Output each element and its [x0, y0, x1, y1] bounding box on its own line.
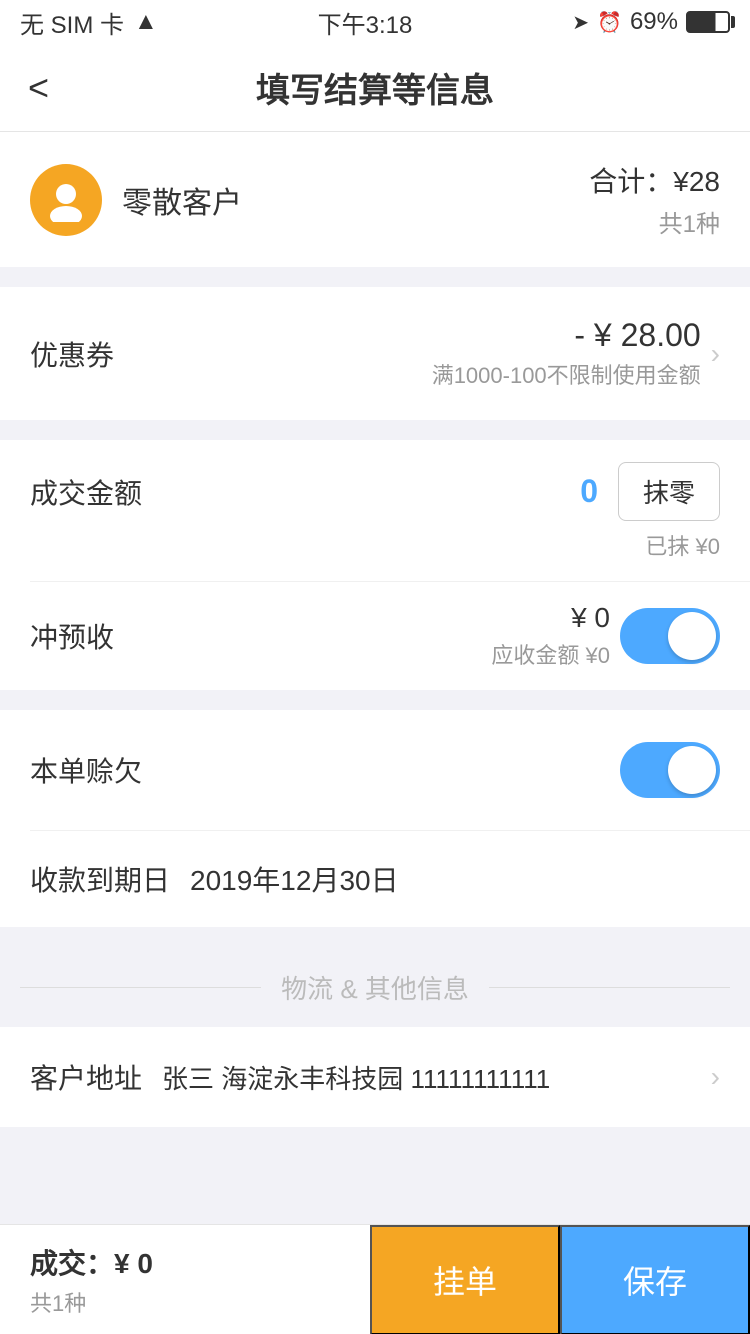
status-time: 下午3:18	[318, 5, 413, 40]
customer-left: 零散客户	[30, 164, 242, 236]
logistics-title: 物流 & 其他信息	[281, 969, 469, 1006]
chevron-right-icon: ›	[711, 338, 720, 370]
round-button[interactable]: 抹零	[618, 462, 720, 521]
precollect-amount: ¥ 0	[491, 602, 610, 634]
transaction-right: 0 抹零	[580, 462, 720, 521]
transaction-label: 成交金额	[30, 472, 142, 512]
customer-row: 零散客户 合计：¥28 共1种	[0, 132, 750, 267]
alarm-icon: ⏰	[597, 10, 622, 35]
precollect-sub: 应收金额 ¥0	[491, 638, 610, 670]
precollect-row: 冲预收 ¥ 0 应收金额 ¥0	[0, 582, 750, 690]
address-row[interactable]: 客户地址 张三 海淀永丰科技园 11111111111 ›	[0, 1027, 750, 1127]
logistics-line-left	[20, 987, 261, 988]
avatar	[30, 164, 102, 236]
due-date-label: 收款到期日	[30, 859, 170, 899]
person-icon	[44, 178, 88, 222]
back-button[interactable]: <	[28, 67, 49, 109]
battery-text: 69%	[630, 8, 678, 36]
location-icon: ➤	[572, 10, 589, 35]
address-label: 客户地址	[30, 1057, 142, 1097]
pending-button[interactable]: 挂单	[370, 1225, 560, 1334]
precollect-toggle[interactable]	[620, 608, 720, 664]
coupon-desc: 满1000-100不限制使用金额	[432, 358, 701, 390]
coupon-row[interactable]: 优惠券 - ¥ 28.00 满1000-100不限制使用金额 ›	[0, 287, 750, 420]
bottom-transaction: 成交：¥ 0	[30, 1242, 340, 1282]
bottom-count: 共1种	[30, 1286, 340, 1318]
transaction-section: 成交金额 0 抹零 已抹 ¥0 冲预收 ¥ 0 应收金额 ¥0	[0, 440, 750, 690]
toggle-knob	[668, 612, 716, 660]
due-date-value: 2019年12月30日	[190, 859, 399, 899]
nav-bar: < 填写结算等信息	[0, 44, 750, 132]
bottom-transaction-label: 成交：	[30, 1248, 114, 1279]
customer-totals: 合计：¥28 共1种	[589, 160, 720, 239]
save-button[interactable]: 保存	[560, 1225, 750, 1334]
status-bar: 无 SIM 卡 ▲ 下午3:18 ➤ ⏰ 69%	[0, 0, 750, 44]
carrier-text: 无 SIM 卡	[20, 5, 124, 40]
transaction-amount-row: 成交金额 0 抹零	[0, 440, 750, 529]
debt-toggle[interactable]	[620, 742, 720, 798]
customer-section: 零散客户 合计：¥28 共1种	[0, 132, 750, 267]
debt-row: 本单赊欠	[0, 710, 750, 830]
bottom-info: 成交：¥ 0 共1种	[0, 1242, 370, 1318]
page-title: 填写结算等信息	[256, 63, 494, 112]
due-date-row: 收款到期日 2019年12月30日	[0, 831, 750, 927]
already-rounded-text: 已抹 ¥0	[0, 529, 750, 581]
coupon-right: - ¥ 28.00 满1000-100不限制使用金额 ›	[432, 317, 720, 390]
address-value: 张三 海淀永丰科技园 11111111111	[162, 1059, 691, 1096]
wifi-icon: ▲	[134, 8, 158, 36]
debt-toggle-knob	[668, 746, 716, 794]
coupon-section[interactable]: 优惠券 - ¥ 28.00 满1000-100不限制使用金额 ›	[0, 287, 750, 420]
address-chevron-icon: ›	[711, 1061, 720, 1093]
status-left: 无 SIM 卡 ▲	[20, 5, 158, 40]
coupon-label: 优惠券	[30, 334, 114, 374]
total-amount: 合计：¥28	[589, 160, 720, 200]
precollect-label: 冲预收	[30, 616, 114, 656]
precollect-info: ¥ 0 应收金额 ¥0	[491, 602, 610, 670]
customer-name: 零散客户	[122, 178, 242, 222]
logistics-line-right	[489, 987, 730, 988]
content: 零散客户 合计：¥28 共1种 优惠券 - ¥ 28.00 满1000-100不…	[0, 132, 750, 1267]
bottom-transaction-value: ¥ 0	[114, 1248, 153, 1279]
precollect-right: ¥ 0 应收金额 ¥0	[491, 602, 720, 670]
transaction-value: 0	[580, 473, 598, 510]
bottom-bar: 成交：¥ 0 共1种 挂单 保存	[0, 1224, 750, 1334]
coupon-info: - ¥ 28.00 满1000-100不限制使用金额	[432, 317, 701, 390]
coupon-amount: - ¥ 28.00	[432, 317, 701, 354]
battery-icon	[686, 11, 730, 33]
logistics-divider: 物流 & 其他信息	[0, 947, 750, 1027]
debt-section: 本单赊欠 收款到期日 2019年12月30日	[0, 710, 750, 927]
debt-label: 本单赊欠	[30, 750, 142, 790]
status-right: ➤ ⏰ 69%	[572, 8, 730, 36]
total-count: 共1种	[589, 204, 720, 239]
